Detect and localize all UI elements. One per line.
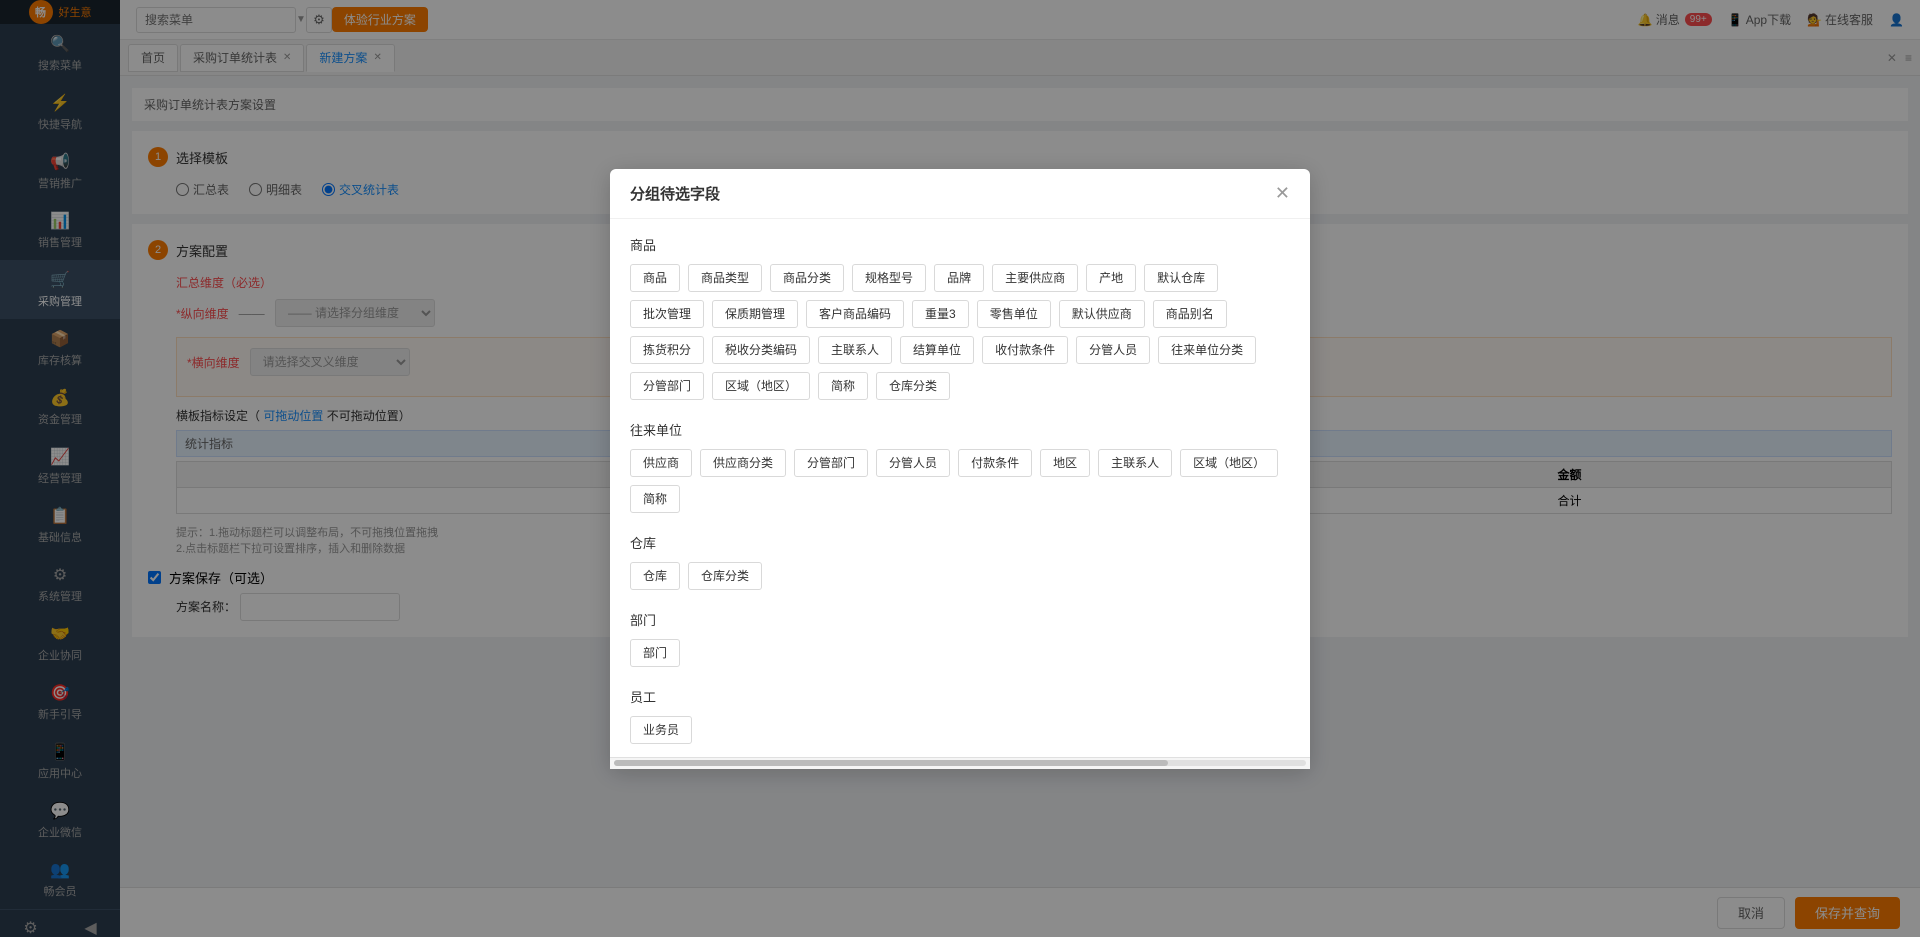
field-tag-0-25[interactable]: 仓库分类: [876, 372, 950, 400]
field-tag-1-3[interactable]: 分管人员: [876, 449, 950, 477]
modal-overlay[interactable]: 分组待选字段 ✕ 商品商品商品类型商品分类规格型号品牌主要供应商产地默认仓库批次…: [0, 0, 1920, 937]
field-tag-0-2[interactable]: 商品分类: [770, 264, 844, 292]
field-tag-0-15[interactable]: 拣货积分: [630, 336, 704, 364]
field-tag-0-20[interactable]: 分管人员: [1076, 336, 1150, 364]
field-tag-0-3[interactable]: 规格型号: [852, 264, 926, 292]
field-tag-2-0[interactable]: 仓库: [630, 562, 680, 590]
field-tag-1-7[interactable]: 区域（地区）: [1180, 449, 1278, 477]
field-tags-4: 业务员: [630, 716, 1290, 744]
modal-title: 分组待选字段: [630, 183, 720, 204]
field-tags-0: 商品商品类型商品分类规格型号品牌主要供应商产地默认仓库批次管理保质期管理客户商品…: [630, 264, 1290, 400]
field-tag-1-5[interactable]: 地区: [1040, 449, 1090, 477]
field-tag-1-1[interactable]: 供应商分类: [700, 449, 786, 477]
field-tag-0-11[interactable]: 重量3: [912, 300, 969, 328]
field-section-title-0: 商品: [630, 235, 1290, 254]
field-tag-0-4[interactable]: 品牌: [934, 264, 984, 292]
field-tags-3: 部门: [630, 639, 1290, 667]
field-tag-0-12[interactable]: 零售单位: [977, 300, 1051, 328]
field-tag-0-17[interactable]: 主联系人: [818, 336, 892, 364]
field-section-3: 部门部门: [630, 610, 1290, 667]
field-tag-0-9[interactable]: 保质期管理: [712, 300, 798, 328]
field-tags-2: 仓库仓库分类: [630, 562, 1290, 590]
field-tag-1-4[interactable]: 付款条件: [958, 449, 1032, 477]
field-tag-3-0[interactable]: 部门: [630, 639, 680, 667]
field-tag-0-5[interactable]: 主要供应商: [992, 264, 1078, 292]
field-section-title-1: 往来单位: [630, 420, 1290, 439]
field-tag-0-6[interactable]: 产地: [1086, 264, 1136, 292]
field-tag-4-0[interactable]: 业务员: [630, 716, 692, 744]
field-tag-1-8[interactable]: 简称: [630, 485, 680, 513]
field-tag-0-22[interactable]: 分管部门: [630, 372, 704, 400]
field-tag-0-18[interactable]: 结算单位: [900, 336, 974, 364]
field-section-title-3: 部门: [630, 610, 1290, 629]
field-tag-0-23[interactable]: 区域（地区）: [712, 372, 810, 400]
field-tag-0-14[interactable]: 商品别名: [1153, 300, 1227, 328]
field-tag-1-0[interactable]: 供应商: [630, 449, 692, 477]
field-section-title-2: 仓库: [630, 533, 1290, 552]
field-select-modal: 分组待选字段 ✕ 商品商品商品类型商品分类规格型号品牌主要供应商产地默认仓库批次…: [610, 169, 1310, 769]
field-section-2: 仓库仓库仓库分类: [630, 533, 1290, 590]
modal-footer-scroll: [610, 757, 1310, 769]
scrollbar-thumb: [614, 760, 1168, 766]
field-tag-0-21[interactable]: 往来单位分类: [1158, 336, 1256, 364]
horizontal-scrollbar[interactable]: [614, 760, 1306, 766]
field-section-4: 员工业务员: [630, 687, 1290, 744]
field-tag-0-13[interactable]: 默认供应商: [1059, 300, 1145, 328]
field-section-1: 往来单位供应商供应商分类分管部门分管人员付款条件地区主联系人区域（地区） 简称: [630, 420, 1290, 513]
field-tag-1-6[interactable]: 主联系人: [1098, 449, 1172, 477]
field-tag-0-24[interactable]: 简称: [818, 372, 868, 400]
field-tag-0-7[interactable]: 默认仓库: [1144, 264, 1218, 292]
field-tag-0-0[interactable]: 商品: [630, 264, 680, 292]
field-tag-0-16[interactable]: 税收分类编码: [712, 336, 810, 364]
field-section-0: 商品商品商品类型商品分类规格型号品牌主要供应商产地默认仓库批次管理保质期管理客户…: [630, 235, 1290, 400]
modal-header: 分组待选字段 ✕: [610, 169, 1310, 219]
field-tag-0-1[interactable]: 商品类型: [688, 264, 762, 292]
field-tag-1-2[interactable]: 分管部门: [794, 449, 868, 477]
field-tag-0-19[interactable]: 收付款条件: [982, 336, 1068, 364]
field-tag-0-8[interactable]: 批次管理: [630, 300, 704, 328]
modal-close-button[interactable]: ✕: [1275, 183, 1290, 204]
modal-body: 商品商品商品类型商品分类规格型号品牌主要供应商产地默认仓库批次管理保质期管理客户…: [610, 219, 1310, 757]
field-tag-0-10[interactable]: 客户商品编码: [806, 300, 904, 328]
field-tags-1: 供应商供应商分类分管部门分管人员付款条件地区主联系人区域（地区） 简称: [630, 449, 1290, 513]
field-section-title-4: 员工: [630, 687, 1290, 706]
field-tag-2-1[interactable]: 仓库分类: [688, 562, 762, 590]
